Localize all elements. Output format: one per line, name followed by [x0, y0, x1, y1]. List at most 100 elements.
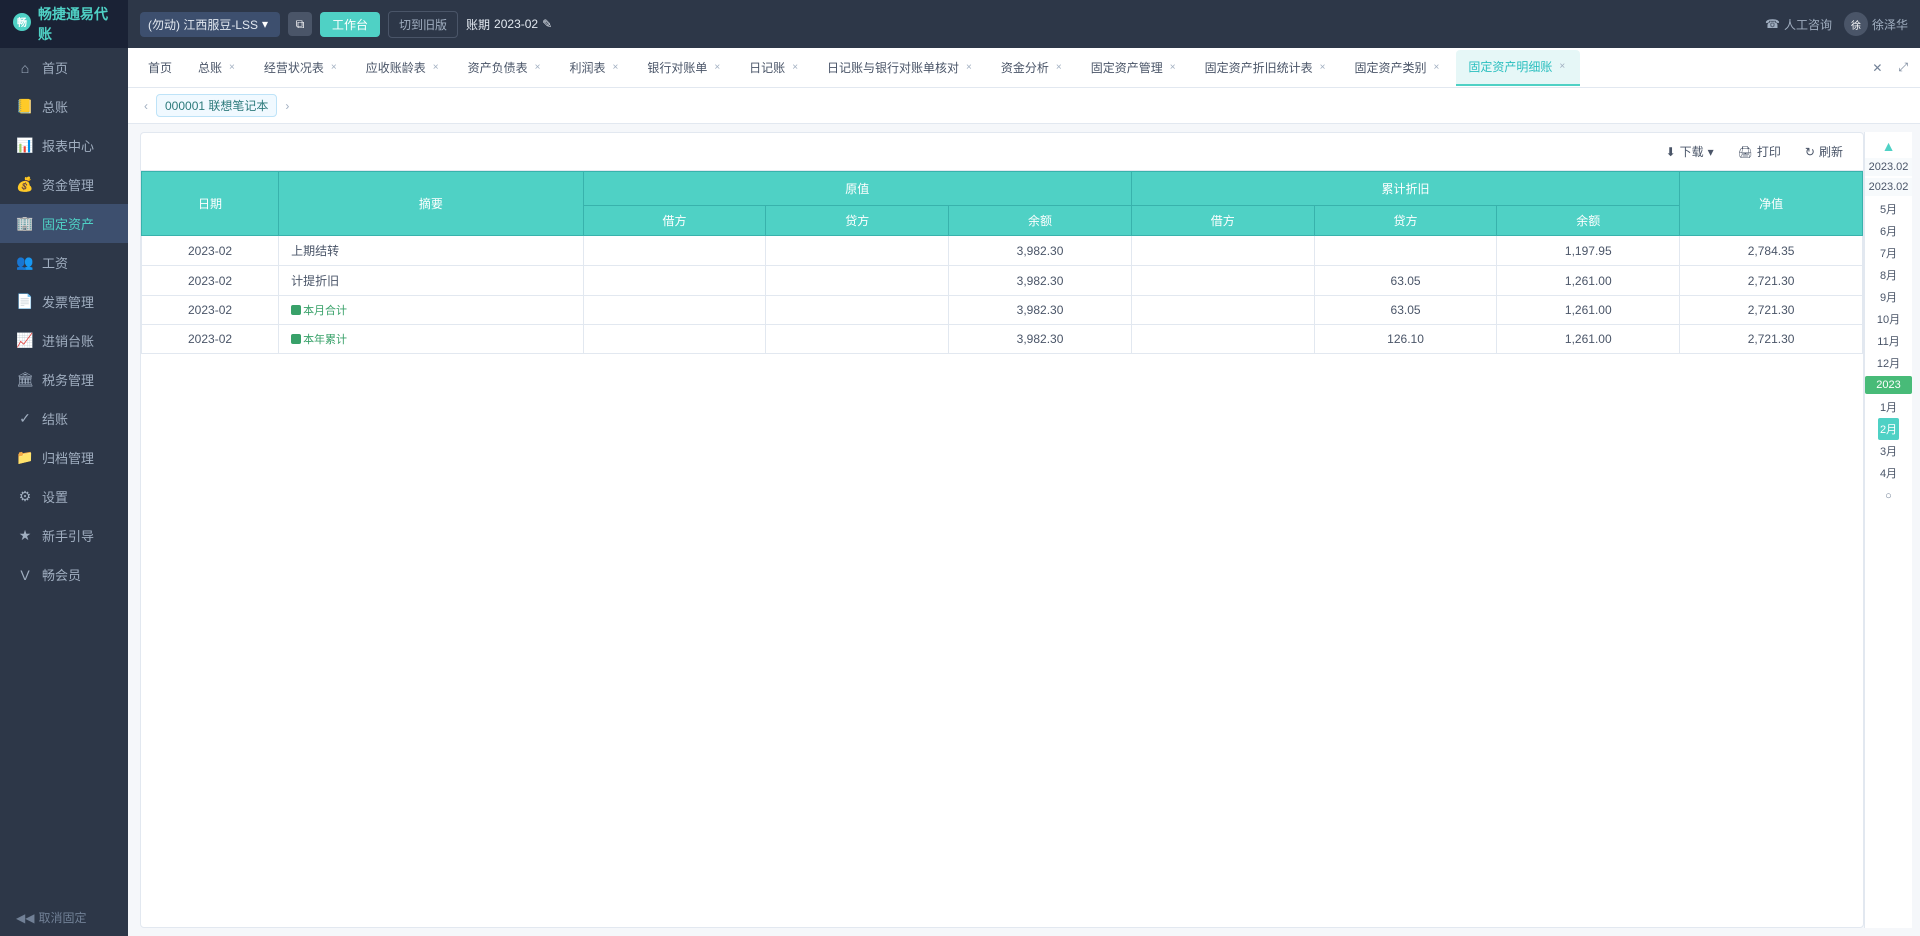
tab-close-13[interactable]: ×: [1556, 60, 1568, 73]
tab-close-11[interactable]: ×: [1317, 61, 1329, 74]
period-edit-icon[interactable]: ✎: [542, 17, 552, 31]
cell-accum-credit-2: 63.05: [1314, 296, 1497, 325]
sidebar-label-member: 畅会员: [42, 565, 81, 584]
right-panel-month-prev-5[interactable]: 10月: [1875, 308, 1902, 330]
right-panel-month-prev-4[interactable]: 9月: [1875, 286, 1902, 308]
chevron-down-icon: ▾: [262, 17, 268, 31]
year-label-top[interactable]: 2023.02: [1865, 158, 1912, 176]
tab-银行对账单[interactable]: 银行对账单×: [635, 50, 735, 86]
workbench-button[interactable]: 工作台: [320, 12, 380, 37]
download-button[interactable]: ⬇ 下载 ▾: [1658, 139, 1722, 164]
period-display: 账期 2023-02 ✎: [466, 16, 552, 33]
col-original-value: 原值: [583, 172, 1131, 206]
nav-prev-arrow[interactable]: ‹: [140, 97, 152, 115]
right-panel-month-prev-2[interactable]: 7月: [1875, 242, 1902, 264]
right-panel-month-prev-6[interactable]: 11月: [1875, 330, 1902, 352]
tab-固定资产折旧统计表[interactable]: 固定资产折旧统计表×: [1193, 50, 1341, 86]
right-panel-month-prev-0[interactable]: 5月: [1875, 198, 1902, 220]
sidebar-pin[interactable]: ◀◀ 取消固定: [0, 899, 128, 936]
tab-固定资产明细账[interactable]: 固定资产明细账 ×: [1456, 50, 1580, 86]
tab-close-5[interactable]: ×: [609, 61, 621, 74]
sidebar-icon-settings: ⚙: [16, 488, 34, 505]
right-panel-month-prev-1[interactable]: 6月: [1875, 220, 1902, 242]
col-net-value: 净值: [1680, 172, 1863, 236]
year-label-top2[interactable]: 2023.02: [1865, 178, 1912, 196]
close-tab-button[interactable]: ✕: [1868, 59, 1886, 77]
year-badge[interactable]: 2023: [1865, 376, 1912, 394]
tab-资产负债表[interactable]: 资产负债表×: [456, 50, 556, 86]
sidebar-icon-sales: 📈: [16, 332, 34, 349]
sidebar-icon-guide: ★: [16, 527, 34, 544]
cell-orig-debit-1: [583, 266, 766, 296]
sidebar-label-sales: 进销台账: [42, 331, 94, 350]
sidebar-item-settings[interactable]: ⚙ 设置: [0, 477, 128, 516]
sidebar-item-fund[interactable]: 💰 资金管理: [0, 165, 128, 204]
right-panel-month-curr-3[interactable]: 4月: [1878, 462, 1899, 484]
sidebar-item-member[interactable]: V 畅会员: [0, 555, 128, 594]
sidebar-item-invoice[interactable]: 📄 发票管理: [0, 282, 128, 321]
nav-next-arrow[interactable]: ›: [281, 97, 293, 115]
tab-close-2[interactable]: ×: [328, 61, 340, 74]
tab-总账[interactable]: 总账×: [186, 50, 250, 86]
tab-close-1[interactable]: ×: [226, 61, 238, 74]
right-panel-month-prev-7[interactable]: 12月: [1875, 352, 1902, 374]
header: (勿动) 江西服豆-LSS ▾ ⧉ 工作台 切到旧版 账期 2023-02 ✎ …: [128, 0, 1920, 48]
cell-summary-2: 本月合计: [279, 296, 584, 325]
sidebar-item-fixed-assets[interactable]: 🏢 固定资产: [0, 204, 128, 243]
tab-close-6[interactable]: ×: [711, 61, 723, 74]
sidebar-item-settle[interactable]: ✓ 结账: [0, 399, 128, 438]
right-panel-month-curr-1[interactable]: 2月: [1878, 418, 1899, 440]
company-selector[interactable]: (勿动) 江西服豆-LSS ▾: [140, 12, 280, 37]
headset-icon: ☎: [1765, 17, 1780, 31]
tab-close-9[interactable]: ×: [1053, 61, 1065, 74]
tab-label-5: 利润表: [569, 59, 605, 76]
refresh-button[interactable]: ↻ 刷新: [1797, 139, 1851, 164]
user-menu[interactable]: 徐 徐泽华: [1844, 12, 1908, 36]
avatar: 徐: [1844, 12, 1868, 36]
sidebar-item-reports[interactable]: 📊 报表中心: [0, 126, 128, 165]
sidebar-item-archive[interactable]: 📁 归档管理: [0, 438, 128, 477]
tab-label-13: 固定资产明细账: [1468, 58, 1552, 75]
asset-breadcrumb[interactable]: 000001 联想笔记本: [156, 94, 277, 117]
tab-日记账[interactable]: 日记账×: [737, 50, 813, 86]
scroll-up-arrow[interactable]: ▲: [1880, 136, 1898, 156]
table-container: ⬇ 下载 ▾ 🖨 打印 ↻ 刷新 日期 摘要: [140, 132, 1864, 928]
tab-日记账与银行对账单核对[interactable]: 日记账与银行对账单核对×: [815, 50, 987, 86]
tab-经营状况表[interactable]: 经营状况表×: [252, 50, 352, 86]
tab-首页[interactable]: 首页: [136, 50, 184, 86]
period-label: 账期: [466, 16, 490, 33]
more-icon[interactable]: ○: [1865, 486, 1912, 506]
maximize-tab-button[interactable]: ⤢: [1894, 58, 1912, 77]
sidebar-item-ledger[interactable]: 📒 总账: [0, 87, 128, 126]
right-panel-month-prev-3[interactable]: 8月: [1875, 264, 1902, 286]
tab-资金分析[interactable]: 资金分析×: [989, 50, 1077, 86]
oldver-button[interactable]: 切到旧版: [388, 11, 458, 38]
tab-close-8[interactable]: ×: [963, 61, 975, 74]
sidebar-item-payroll[interactable]: 👥 工资: [0, 243, 128, 282]
tab-close-3[interactable]: ×: [430, 61, 442, 74]
tab-应收账龄表[interactable]: 应收账龄表×: [354, 50, 454, 86]
right-panel-month-curr-0[interactable]: 1月: [1878, 396, 1899, 418]
right-panel-month-curr-2[interactable]: 3月: [1878, 440, 1899, 462]
sidebar-item-sales[interactable]: 📈 进销台账: [0, 321, 128, 360]
tab-close-10[interactable]: ×: [1167, 61, 1179, 74]
sidebar-icon-settle: ✓: [16, 410, 34, 427]
tab-固定资产类别[interactable]: 固定资产类别×: [1342, 50, 1454, 86]
sidebar-item-tax[interactable]: 🏛 税务管理: [0, 360, 128, 399]
tab-利润表[interactable]: 利润表 ×: [557, 50, 633, 86]
tab-close-4[interactable]: ×: [532, 61, 544, 74]
tab-close-12[interactable]: ×: [1430, 61, 1442, 74]
cell-orig-credit-2: [766, 296, 949, 325]
cell-net-value-0: 2,784.35: [1680, 236, 1863, 266]
sidebar-label-settings: 设置: [42, 487, 68, 506]
copy-button[interactable]: ⧉: [288, 12, 312, 36]
table-row: 2023-02 本月合计 3,982.30 63.05 1,261.00 2,7…: [142, 296, 1863, 325]
sidebar-item-guide[interactable]: ★ 新手引导: [0, 516, 128, 555]
support-button[interactable]: ☎ 人工咨询: [1765, 16, 1832, 33]
tab-close-7[interactable]: ×: [789, 61, 801, 74]
print-button[interactable]: 🖨 打印: [1730, 139, 1789, 164]
tab-固定资产管理[interactable]: 固定资产管理×: [1079, 50, 1191, 86]
sidebar-label-ledger: 总账: [42, 97, 68, 116]
sidebar-item-home[interactable]: ⌂ 首页: [0, 48, 128, 87]
cell-orig-credit-3: [766, 325, 949, 354]
